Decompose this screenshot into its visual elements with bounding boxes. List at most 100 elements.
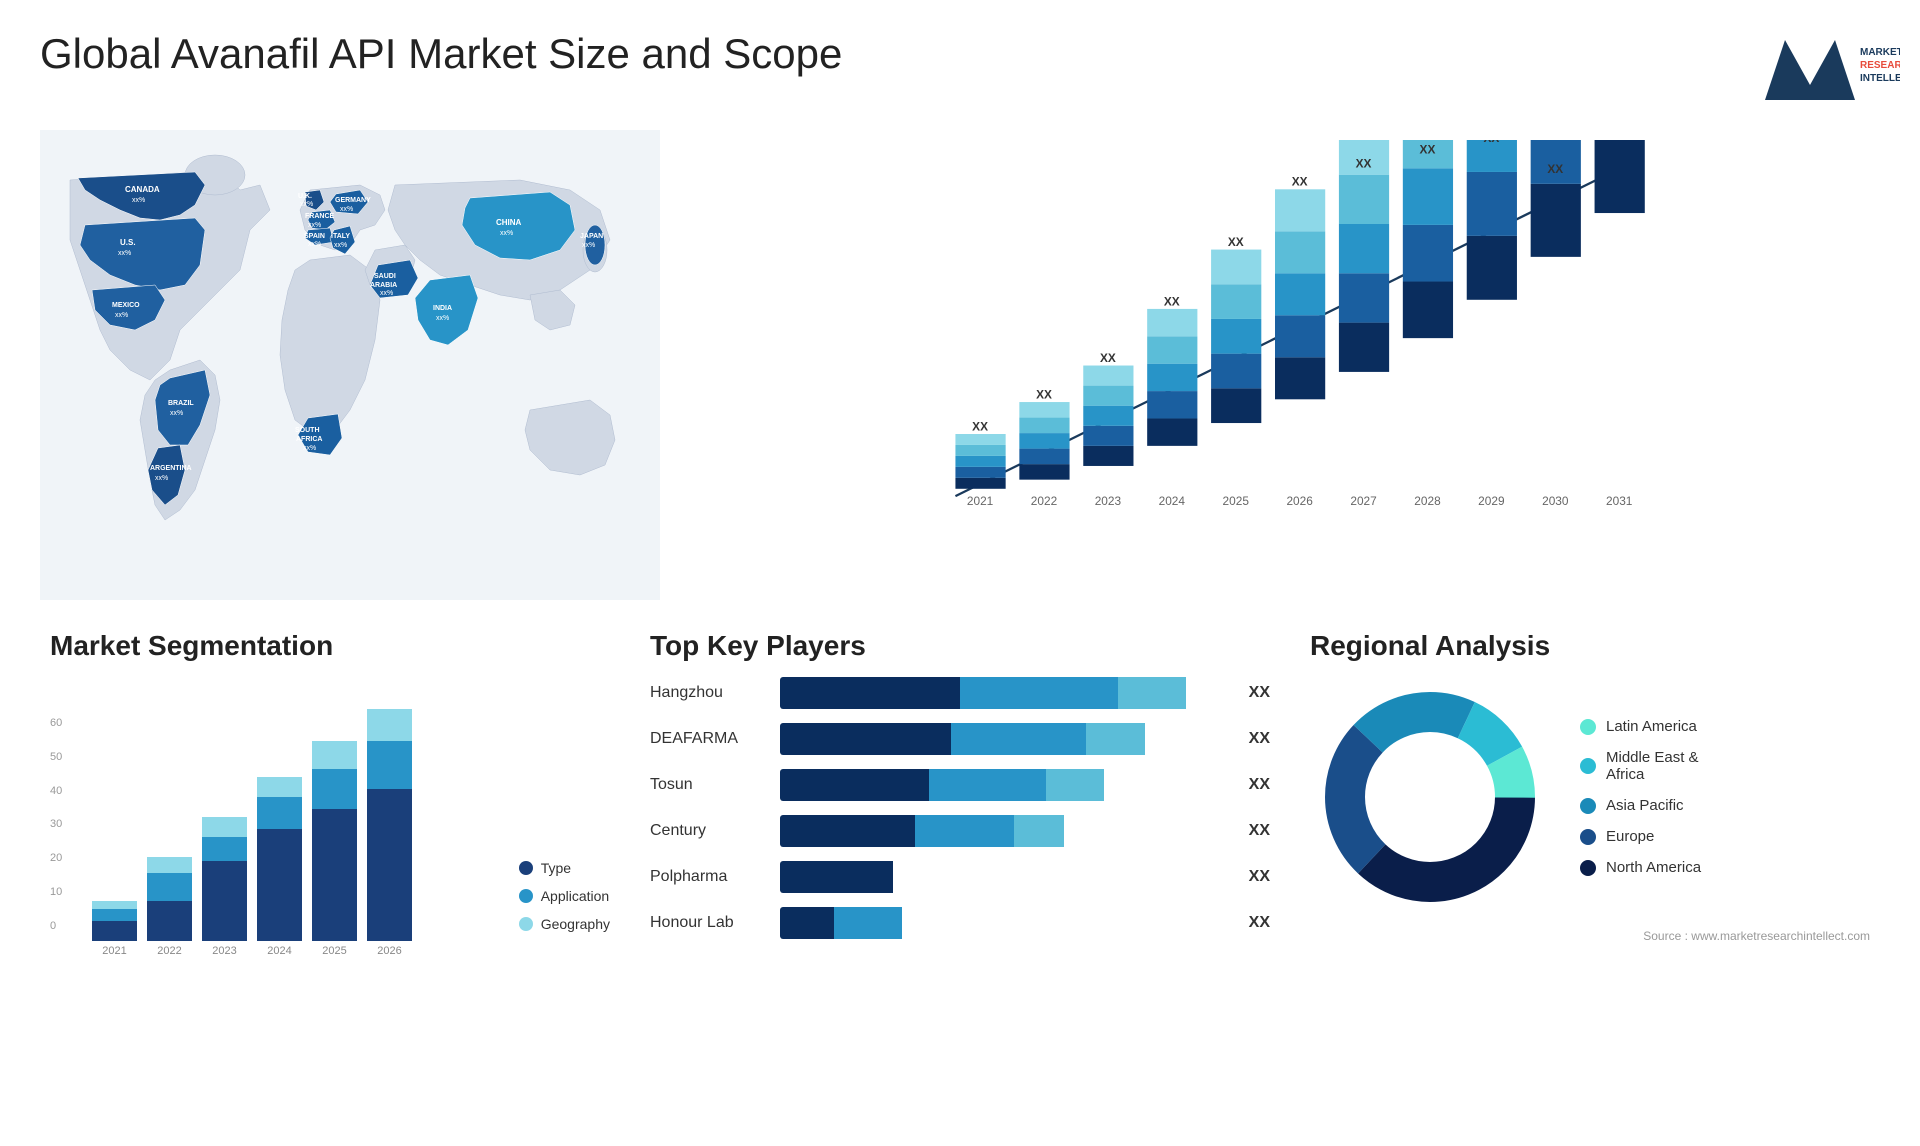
svg-text:BRAZIL: BRAZIL [168, 400, 194, 407]
y-label-40: 40 [50, 785, 72, 797]
map-section: CANADA xx% U.S. xx% MEXICO xx% BRAZIL [40, 130, 660, 600]
legend-middle-east-africa: Middle East &Africa [1580, 749, 1701, 783]
player-row-century: Century XX [650, 815, 1270, 847]
svg-text:2023: 2023 [1095, 494, 1122, 508]
svg-text:ITALY: ITALY [331, 233, 350, 240]
y-label-50: 50 [50, 751, 72, 763]
legend-asia-pacific: Asia Pacific [1580, 797, 1701, 814]
svg-text:U.K.: U.K. [298, 193, 312, 200]
legend-application: Application [519, 888, 610, 904]
player-xx-polpharma: XX [1249, 868, 1270, 886]
player-bar-honour-lab [780, 907, 1231, 939]
svg-text:AFRICA: AFRICA [296, 436, 322, 443]
player-bar-deafarma [780, 723, 1231, 755]
svg-text:xx%: xx% [340, 206, 353, 213]
player-xx-deafarma: XX [1249, 730, 1270, 748]
source-text: Source : www.marketresearchintellect.com [1643, 929, 1870, 943]
svg-text:XX: XX [1164, 294, 1180, 308]
svg-text:xx%: xx% [300, 201, 313, 208]
segmentation-title: Market Segmentation [50, 630, 610, 662]
svg-text:XX: XX [1228, 235, 1244, 249]
bar-chart-container: XX 2021 XX 2022 [690, 140, 1860, 560]
svg-text:xx%: xx% [436, 315, 449, 322]
label-north-america: North America [1606, 859, 1701, 876]
player-name-tosun: Tosun [650, 776, 770, 794]
y-label-60: 60 [50, 717, 72, 729]
svg-text:2022: 2022 [1031, 494, 1057, 508]
y-label-0: 0 [50, 920, 72, 932]
logo-svg: MARKET RESEARCH INTELLECT [1760, 30, 1900, 110]
legend-dot-geography [519, 917, 533, 931]
legend-europe: Europe [1580, 828, 1701, 845]
seg-bar-2024: 2024 [257, 777, 302, 957]
regional-title: Regional Analysis [1310, 630, 1870, 662]
svg-text:xx%: xx% [115, 312, 128, 319]
player-row-tosun: Tosun XX [650, 769, 1270, 801]
donut-chart-svg [1310, 677, 1550, 917]
map-svg: CANADA xx% U.S. xx% MEXICO xx% BRAZIL [40, 130, 660, 600]
svg-text:XX: XX [1483, 140, 1499, 145]
seg-legend: Type Application Geography [519, 860, 610, 957]
legend-latin-america: Latin America [1580, 718, 1701, 735]
seg-bars-area: 2021 2022 [92, 717, 499, 957]
player-bar-tosun [780, 769, 1231, 801]
dot-north-america [1580, 860, 1596, 876]
svg-text:xx%: xx% [500, 230, 513, 237]
svg-text:XX: XX [1100, 351, 1116, 365]
key-players-section: Top Key Players Hangzhou XX D [640, 620, 1280, 1100]
svg-text:XX: XX [1356, 156, 1372, 170]
dot-europe [1580, 829, 1596, 845]
seg-bar-2021: 2021 [92, 901, 137, 957]
svg-text:SOUTH: SOUTH [295, 427, 320, 434]
seg-bar-2022: 2022 [147, 857, 192, 957]
page-title: Global Avanafil API Market Size and Scop… [40, 30, 842, 78]
svg-text:xx%: xx% [303, 445, 316, 452]
svg-text:ARGENTINA: ARGENTINA [150, 465, 192, 472]
svg-text:2024: 2024 [1159, 494, 1186, 508]
seg-bar-2023: 2023 [202, 817, 247, 957]
svg-text:U.S.: U.S. [120, 238, 136, 247]
y-label-20: 20 [50, 852, 72, 864]
svg-text:xx%: xx% [155, 475, 168, 482]
svg-text:JAPAN: JAPAN [580, 233, 603, 240]
player-bar-century [780, 815, 1231, 847]
svg-text:MARKET: MARKET [1860, 47, 1900, 58]
player-row-hangzhou: Hangzhou XX [650, 677, 1270, 709]
player-xx-hangzhou: XX [1249, 684, 1270, 702]
bottom-section: Market Segmentation 0 10 20 30 40 50 60 [40, 620, 1880, 1100]
dot-middle-east-africa [1580, 758, 1596, 774]
svg-text:CHINA: CHINA [496, 218, 522, 227]
svg-text:2021: 2021 [967, 494, 994, 508]
svg-text:2029: 2029 [1478, 494, 1505, 508]
svg-text:xx%: xx% [380, 290, 393, 297]
svg-text:xx%: xx% [334, 242, 347, 249]
bar-chart-section: XX 2021 XX 2022 [680, 130, 1880, 600]
bar-chart-svg: XX 2021 XX 2022 [690, 140, 1860, 560]
svg-text:xx%: xx% [170, 410, 183, 417]
svg-text:XX: XX [1420, 143, 1436, 157]
player-row-honour-lab: Honour Lab XX [650, 907, 1270, 939]
player-row-deafarma: DEAFARMA XX [650, 723, 1270, 755]
svg-text:CANADA: CANADA [125, 185, 160, 194]
label-asia-pacific: Asia Pacific [1606, 797, 1684, 814]
players-list: Hangzhou XX DEAFARMA [650, 677, 1270, 939]
svg-text:RESEARCH: RESEARCH [1860, 60, 1900, 71]
player-xx-honour-lab: XX [1249, 914, 1270, 932]
logo-area: MARKET RESEARCH INTELLECT [1760, 30, 1880, 110]
label-latin-america: Latin America [1606, 718, 1697, 735]
seg-bar-2026: 2026 [367, 709, 412, 957]
player-row-polpharma: Polpharma XX [650, 861, 1270, 893]
main-grid: CANADA xx% U.S. xx% MEXICO xx% BRAZIL [40, 130, 1880, 1100]
label-middle-east-africa: Middle East &Africa [1606, 749, 1699, 783]
player-name-century: Century [650, 822, 770, 840]
svg-text:XX: XX [1547, 162, 1563, 176]
svg-text:2031: 2031 [1606, 494, 1633, 508]
legend-type: Type [519, 860, 610, 876]
player-bar-polpharma [780, 861, 1231, 893]
segmentation-section: Market Segmentation 0 10 20 30 40 50 60 [40, 620, 620, 1100]
svg-text:XX: XX [1036, 387, 1052, 401]
key-players-title: Top Key Players [650, 630, 1270, 662]
player-bar-hangzhou [780, 677, 1231, 709]
legend-dot-type [519, 861, 533, 875]
svg-text:2027: 2027 [1350, 494, 1376, 508]
